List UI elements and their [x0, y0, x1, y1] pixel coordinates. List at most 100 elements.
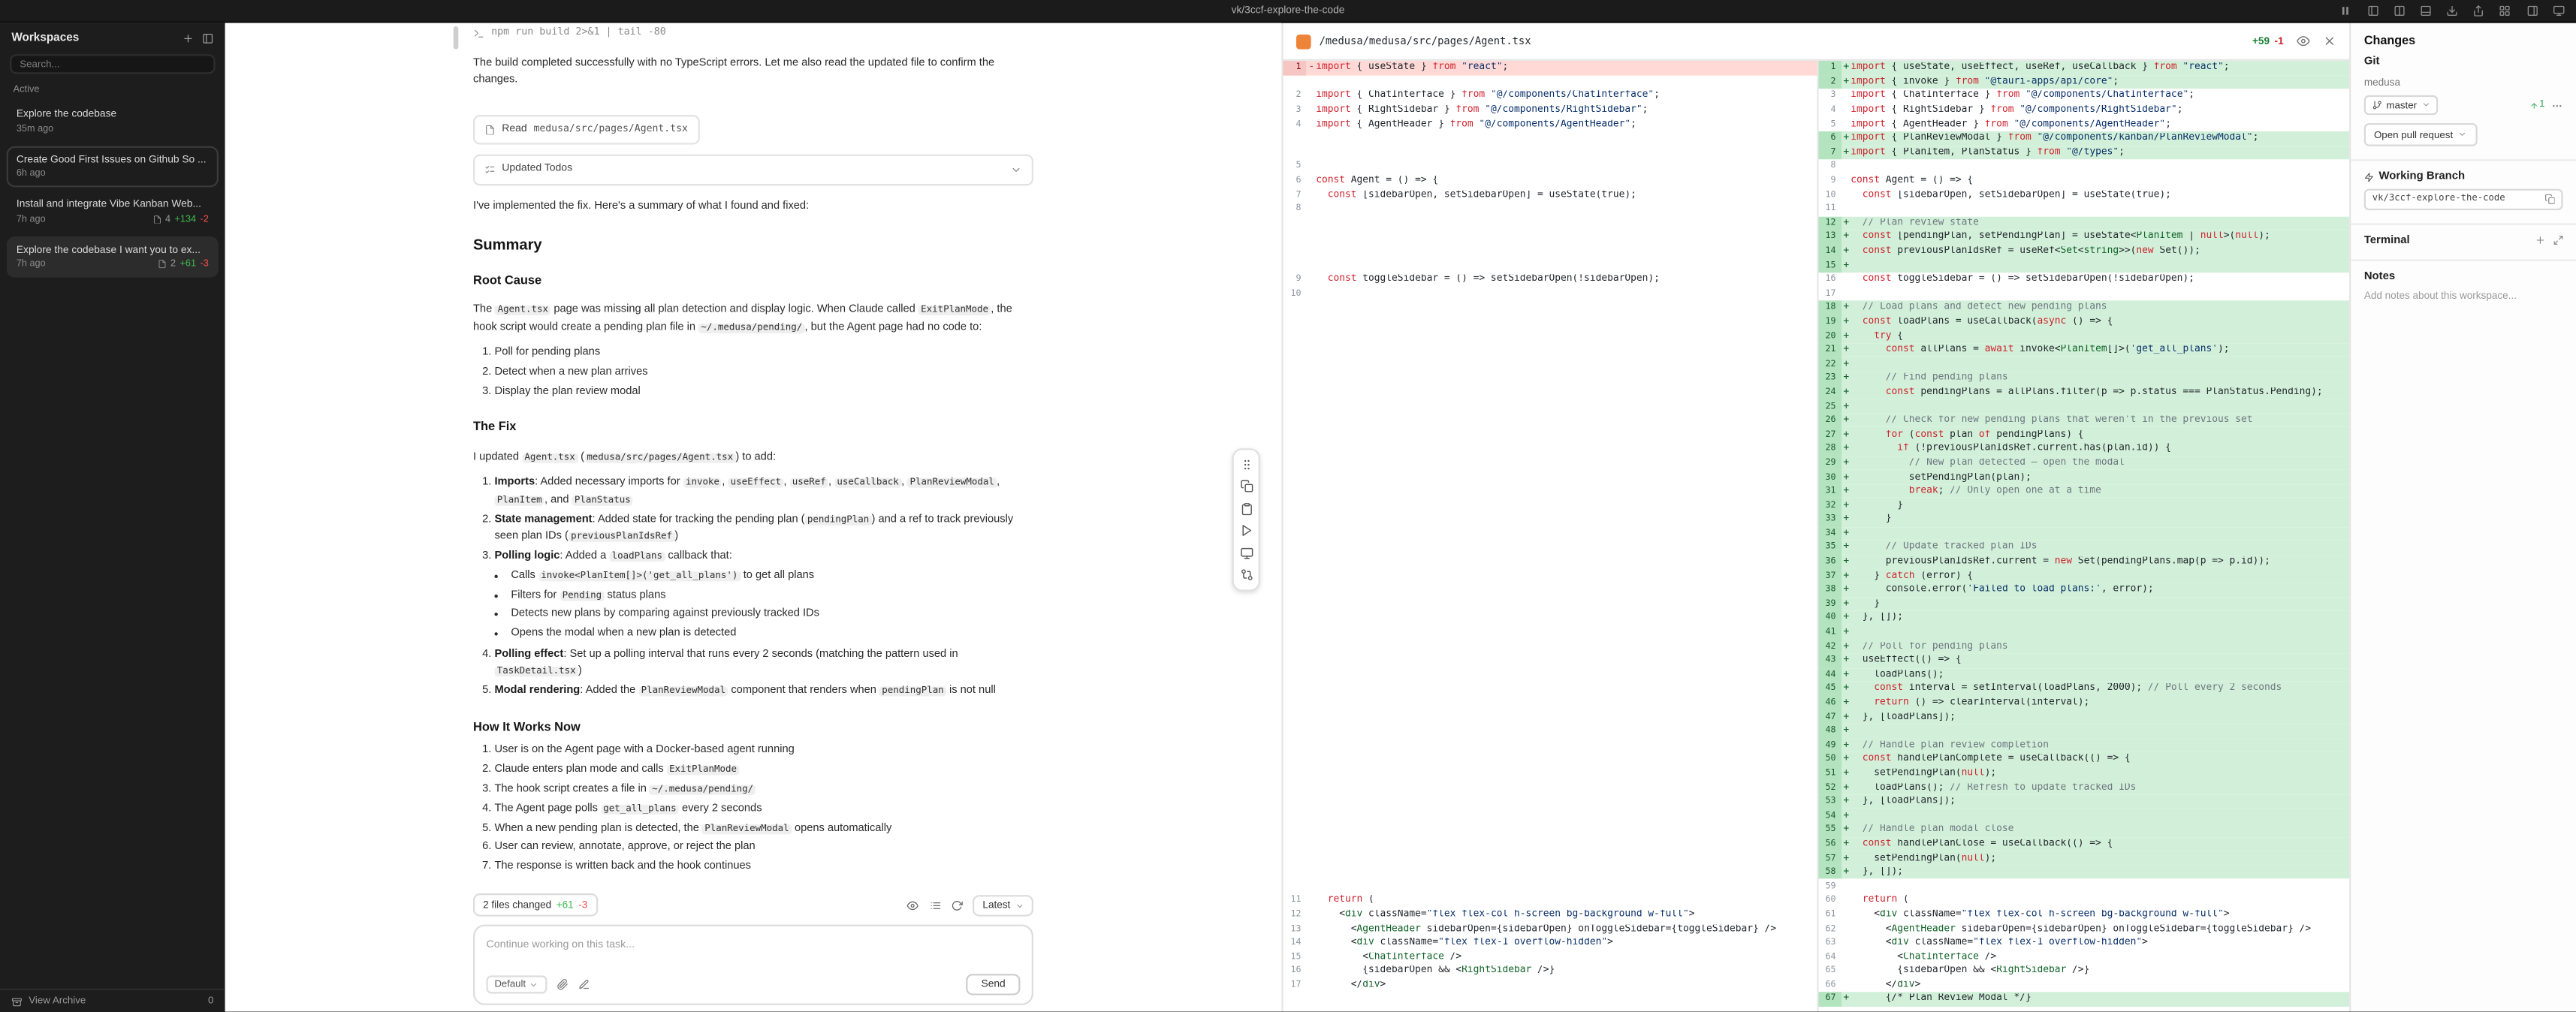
- diff-line: 58+ }, []);: [1817, 865, 2349, 879]
- columns-icon[interactable]: [2394, 5, 2406, 17]
- line-number: 2: [1817, 75, 1841, 89]
- line-number: 11: [1817, 202, 1841, 216]
- diff-line: 59: [1817, 879, 2349, 893]
- download-icon[interactable]: [2446, 5, 2458, 17]
- read-file-chip[interactable]: Read medusa/src/pages/Agent.tsx: [473, 114, 699, 144]
- code-text: {/* Plan Review Modal */}: [1851, 994, 2349, 1004]
- diff-line: 16 {sidebarOpen && <RightSidebar />}: [1283, 964, 1816, 978]
- diff-line: [1283, 244, 1816, 258]
- play-icon[interactable]: [1232, 520, 1260, 542]
- line-number: [1283, 682, 1306, 696]
- line-number: 59: [1817, 879, 1841, 893]
- line-number: [1283, 414, 1306, 428]
- file-type-icon: [1296, 34, 1311, 49]
- line-number: 1: [1817, 61, 1841, 75]
- line-number: 22: [1817, 357, 1841, 372]
- diff-line: [1283, 611, 1816, 625]
- diff-line: 16 const toggleSidebar = () => setSideba…: [1817, 273, 2349, 287]
- code-text: return (: [1851, 896, 2349, 905]
- line-number: 27: [1817, 428, 1841, 442]
- code-text: import { AgentHeader } from "@/component…: [1316, 119, 1816, 129]
- panel-right-icon[interactable]: [2526, 5, 2538, 17]
- diff-line: [1283, 526, 1816, 541]
- diff-line: [1283, 230, 1816, 245]
- more-options-icon[interactable]: [2551, 99, 2562, 110]
- new-terminal-icon[interactable]: [2535, 234, 2545, 245]
- working-branch-input[interactable]: [2372, 194, 2544, 204]
- attach-file-icon[interactable]: [557, 979, 568, 990]
- monitor-icon[interactable]: [1232, 542, 1260, 565]
- diff-line: 35+ // Update tracked plan IDs: [1817, 541, 2349, 555]
- edit-icon[interactable]: [578, 979, 589, 990]
- monitor-icon[interactable]: [2553, 5, 2565, 17]
- clipboard-icon[interactable]: [1232, 498, 1260, 520]
- code-text: if (!previousPlanIdsRef.current.has(plan…: [1851, 444, 2349, 453]
- code-text: </div>: [1851, 980, 2349, 990]
- workspace-item[interactable]: Explore the codebase35m ago: [7, 100, 219, 142]
- code-text: <AgentHeader sidebarOpen={sidebarOpen} o…: [1316, 924, 1816, 934]
- root-cause-heading: Root Cause: [473, 272, 1033, 289]
- toggle-visibility-icon[interactable]: [2297, 35, 2310, 48]
- list-item: Filters for Pending status plans: [511, 588, 1033, 605]
- message-input[interactable]: [487, 940, 1021, 956]
- conversation-scroll[interactable]: npm run build 2>&1 | tail -80 The build …: [225, 23, 1282, 887]
- files-changed-button[interactable]: 2 files changed +61 -3: [473, 894, 597, 917]
- diff-marker: +: [1841, 501, 1851, 511]
- composer: Default Send: [473, 925, 1033, 1005]
- list-item: The response is written back and the hoo…: [494, 860, 1033, 877]
- workspace-item[interactable]: Explore the codebase I want you to ex...…: [7, 236, 219, 278]
- working-branch-field[interactable]: [2364, 189, 2563, 209]
- line-number: 26: [1817, 414, 1841, 428]
- diff-line: 46+ return () => clearInterval(interval)…: [1817, 696, 2349, 710]
- view-archive-button[interactable]: View Archive 0: [0, 989, 225, 1012]
- branch-selector[interactable]: master: [2364, 95, 2439, 115]
- diff-line: 49+ // Handle plan review completion: [1817, 738, 2349, 752]
- copy-icon[interactable]: [1232, 475, 1260, 498]
- share-icon[interactable]: [2473, 5, 2485, 17]
- diff-line: 48+: [1817, 724, 2349, 738]
- diff-line: [1283, 301, 1816, 315]
- diff-line: 29+ // New plan detected — open the moda…: [1817, 456, 2349, 470]
- read-action-label: Read: [502, 121, 526, 138]
- drag-handle-icon[interactable]: [1232, 453, 1260, 476]
- open-pull-request-button[interactable]: Open pull request: [2364, 123, 2477, 146]
- diff-old-column: 1-import { useState } from "react";2impo…: [1283, 61, 1816, 1012]
- send-button[interactable]: Send: [967, 974, 1021, 995]
- workspace-meta: 7h ago2+61-3: [17, 260, 209, 270]
- search-input[interactable]: [10, 54, 215, 74]
- code-text: const toggleSidebar = () => setSidebarOp…: [1851, 275, 2349, 285]
- line-number: 34: [1817, 526, 1841, 541]
- line-number: 53: [1817, 794, 1841, 809]
- drag-handle-icon: [1239, 458, 1253, 471]
- git-compare-icon[interactable]: [1232, 564, 1260, 586]
- copy-icon[interactable]: [2544, 194, 2554, 204]
- refresh-icon[interactable]: [952, 899, 963, 911]
- workspace-item[interactable]: Create Good First Issues on Github So ..…: [7, 146, 219, 188]
- line-number: 43: [1817, 653, 1841, 667]
- diff-marker: +: [1841, 543, 1851, 553]
- pause-icon[interactable]: [2340, 5, 2352, 17]
- notes-placeholder[interactable]: Add notes about this workspace...: [2364, 290, 2563, 301]
- new-workspace-icon[interactable]: [182, 33, 194, 44]
- panel-left-icon[interactable]: [2366, 5, 2378, 17]
- code-text: try {: [1851, 331, 2349, 341]
- scrollbar-thumb[interactable]: [454, 26, 459, 50]
- diff-line: 1+import { useState, useEffect, useRef, …: [1817, 61, 2349, 75]
- workspace-item[interactable]: Install and integrate Vibe Kanban Web...…: [7, 191, 219, 233]
- grid-icon[interactable]: [2499, 5, 2511, 17]
- expand-terminal-icon[interactable]: [2552, 234, 2562, 245]
- close-icon[interactable]: [2323, 35, 2336, 48]
- log-view-icon[interactable]: [929, 899, 940, 911]
- main-layout: Workspaces Active Explore the codebase35…: [0, 23, 2576, 1012]
- mode-dropdown[interactable]: Default: [487, 976, 547, 994]
- collapse-sidebar-icon[interactable]: [202, 33, 213, 44]
- workspace-diff-stats: 4+134-2: [152, 214, 208, 224]
- list-item: Opens the modal when a new plan is detec…: [511, 626, 1033, 643]
- updated-todos-toggle[interactable]: Updated Todos: [473, 155, 1033, 185]
- line-number: 38: [1817, 583, 1841, 597]
- line-number: [1283, 555, 1306, 569]
- panel-bottom-icon[interactable]: [2420, 5, 2432, 17]
- version-dropdown[interactable]: Latest: [973, 895, 1033, 916]
- line-number: 19: [1817, 315, 1841, 329]
- visibility-icon[interactable]: [907, 899, 918, 911]
